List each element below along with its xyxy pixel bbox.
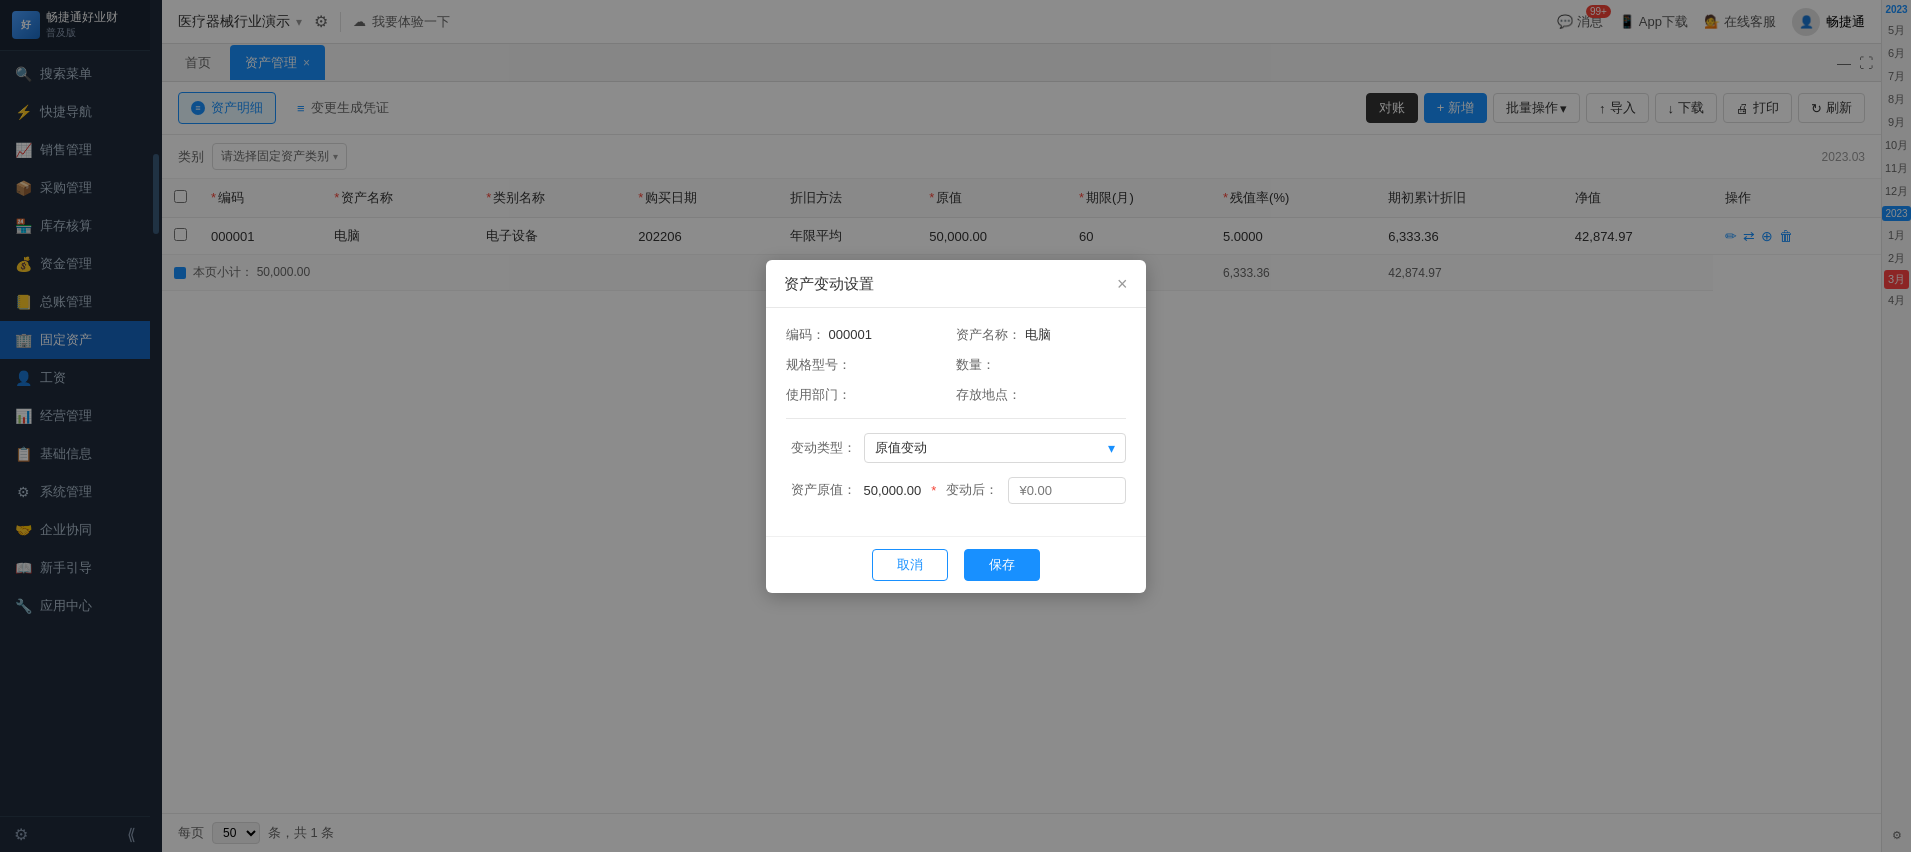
original-value-display: 50,000.00 <box>864 483 922 498</box>
dialog-code-item: 编码： 000001 <box>786 326 956 344</box>
change-type-select[interactable]: 原值变动 ▾ <box>864 433 1126 463</box>
change-type-value: 原值变动 <box>875 439 927 457</box>
after-change-required: * <box>931 483 936 498</box>
dialog-change-type-value: 原值变动 ▾ <box>864 433 1126 463</box>
change-type-arrow: ▾ <box>1108 440 1115 456</box>
dialog-body: 编码： 000001 资产名称： 电脑 规格型号： 数量： <box>766 308 1146 536</box>
dialog-location-item: 存放地点： <box>956 386 1126 404</box>
save-button[interactable]: 保存 <box>964 549 1040 581</box>
cancel-button[interactable]: 取消 <box>872 549 948 581</box>
dialog-name-item: 资产名称： 电脑 <box>956 326 1126 344</box>
dialog-header: 资产变动设置 × <box>766 260 1146 308</box>
dialog-spec-label: 规格型号： <box>786 356 851 374</box>
dialog-dept-label: 使用部门： <box>786 386 851 404</box>
dialog-value-row: 资产原值： 50,000.00 * 变动后： <box>786 477 1126 504</box>
dialog-change-type-row: 变动类型： 原值变动 ▾ <box>786 433 1126 463</box>
asset-change-dialog: 资产变动设置 × 编码： 000001 资产名称： 电脑 规格型号： <box>766 260 1146 593</box>
dialog-close-btn[interactable]: × <box>1117 274 1128 295</box>
dialog-footer: 取消 保存 <box>766 536 1146 593</box>
dialog-change-type-label: 变动类型： <box>786 439 856 457</box>
dialog-value-fields: 50,000.00 * 变动后： <box>864 477 1126 504</box>
dialog-overlay[interactable]: 资产变动设置 × 编码： 000001 资产名称： 电脑 规格型号： <box>0 0 1911 852</box>
dialog-original-value-label: 资产原值： <box>786 481 856 499</box>
dialog-quantity-item: 数量： <box>956 356 1126 374</box>
dialog-quantity-label: 数量： <box>956 356 995 374</box>
dialog-title: 资产变动设置 <box>784 275 874 294</box>
dialog-name-value: 电脑 <box>1025 326 1051 344</box>
after-change-label: 变动后： <box>946 481 998 499</box>
dialog-dept-item: 使用部门： <box>786 386 956 404</box>
dialog-code-label: 编码： <box>786 326 825 344</box>
dialog-info-row-3: 使用部门： 存放地点： <box>786 386 1126 404</box>
dialog-info-row-1: 编码： 000001 资产名称： 电脑 <box>786 326 1126 344</box>
dialog-name-label: 资产名称： <box>956 326 1021 344</box>
dialog-spec-item: 规格型号： <box>786 356 956 374</box>
dialog-code-value: 000001 <box>829 327 872 342</box>
dialog-divider <box>786 418 1126 419</box>
dialog-location-label: 存放地点： <box>956 386 1021 404</box>
dialog-info-row-2: 规格型号： 数量： <box>786 356 1126 374</box>
after-change-input[interactable] <box>1008 477 1125 504</box>
